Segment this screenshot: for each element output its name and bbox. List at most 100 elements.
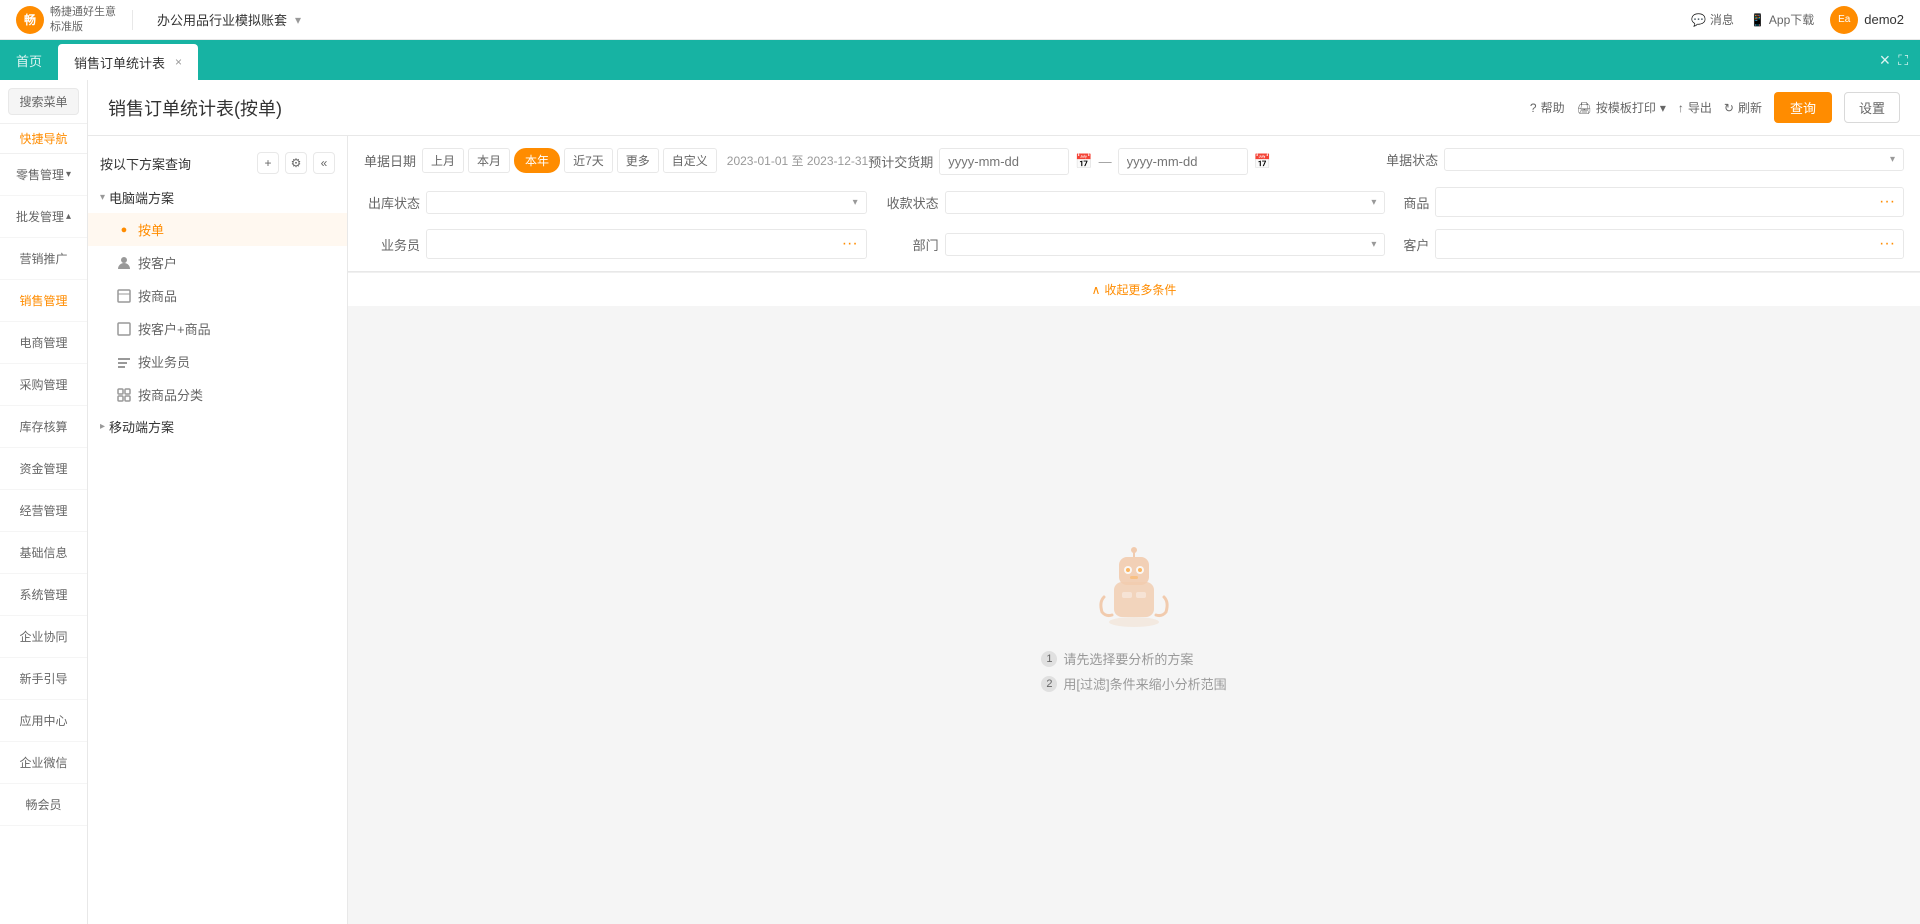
- scheme-by-salesperson[interactable]: 按业务员: [88, 345, 347, 378]
- filter-row-1: 单据日期 上月 本月 本年 近7天 更多 自定义 2023-01-01 至 20…: [364, 148, 1904, 175]
- delivery-status-label: 出库状态: [364, 193, 420, 212]
- sidebar-item-marketing[interactable]: 营销推广: [0, 238, 87, 280]
- sidebar-item-inventory[interactable]: 库存核算: [0, 406, 87, 448]
- page-title-row: 销售订单统计表(按单) ? 帮助 🖨 按模板打印 ▾ ↑ 导出: [108, 92, 1900, 123]
- date-btn-custom[interactable]: 自定义: [663, 148, 717, 173]
- empty-illustration: [1084, 537, 1184, 637]
- help-button[interactable]: ? 帮助: [1530, 99, 1565, 116]
- mobile-scheme-group-title[interactable]: ▸ 移动端方案: [88, 411, 347, 442]
- scheme-by-order-icon: ●: [116, 222, 132, 238]
- search-menu-button[interactable]: 搜索菜单: [8, 88, 79, 115]
- sidebar-item-wholesale[interactable]: 批发管理 ▴: [0, 196, 87, 238]
- bill-status-select[interactable]: ▾: [1444, 148, 1904, 171]
- sidebar-item-purchase[interactable]: 采购管理: [0, 364, 87, 406]
- left-panel: 按以下方案查询 + ⚙ « ▾: [88, 136, 348, 924]
- export-button[interactable]: ↑ 导出: [1678, 99, 1712, 116]
- message-button[interactable]: 💬 消息: [1691, 11, 1734, 28]
- user-name: demo2: [1864, 12, 1904, 27]
- date-btn-last-month[interactable]: 上月: [422, 148, 464, 173]
- customer-select[interactable]: ···: [1435, 229, 1904, 259]
- scheme-by-goods-category[interactable]: 按商品分类: [88, 378, 347, 411]
- settings-scheme-button[interactable]: ⚙: [285, 152, 307, 174]
- user-area[interactable]: Ea demo2: [1830, 6, 1904, 34]
- pc-scheme-group-title[interactable]: ▾ 电脑端方案: [88, 182, 347, 213]
- sidebar-item-members[interactable]: 畅会员: [0, 784, 87, 826]
- tab-close-icon[interactable]: ×: [175, 55, 182, 69]
- scheme-by-customer-goods-icon: [116, 321, 132, 337]
- delivery-status-select[interactable]: ▾: [426, 191, 867, 214]
- refresh-button[interactable]: ↻ 刷新: [1724, 99, 1762, 116]
- scheme-by-customer-icon: [116, 255, 132, 271]
- print-button[interactable]: 🖨 按模板打印 ▾: [1577, 99, 1666, 116]
- bill-date-filter: 单据日期 上月 本月 本年 近7天 更多 自定义 2023-01-01 至 20…: [364, 148, 868, 173]
- goods-select[interactable]: ···: [1435, 187, 1904, 217]
- date-btn-7days[interactable]: 近7天: [564, 148, 613, 173]
- add-scheme-button[interactable]: +: [257, 152, 279, 174]
- collapse-filter-button[interactable]: ∧ 收起更多条件: [348, 273, 1920, 306]
- department-filter: 部门 ▾: [883, 233, 1386, 256]
- right-panel: 单据日期 上月 本月 本年 近7天 更多 自定义 2023-01-01 至 20…: [348, 136, 1920, 924]
- expected-date-filter: 预计交货期 📅 — 📅: [868, 148, 1386, 175]
- tab-sales-order-stats[interactable]: 销售订单统计表 ×: [58, 44, 198, 80]
- refresh-icon: ↻: [1724, 101, 1734, 115]
- panel-actions: + ⚙ «: [257, 152, 335, 174]
- date-buttons: 上月 本月 本年 近7天 更多 自定义: [422, 148, 717, 173]
- sidebar-item-finance[interactable]: 资金管理: [0, 448, 87, 490]
- tip-num-1: 1: [1041, 651, 1057, 667]
- scheme-by-goods-icon: [116, 288, 132, 304]
- top-bar-left: 畅 畅捷通好生意 标准版 办公用品行业模拟账套 ▾: [16, 5, 301, 34]
- date-btn-more[interactable]: 更多: [617, 148, 659, 173]
- app-dropdown-icon[interactable]: ▾: [295, 13, 301, 27]
- sidebar-item-retail[interactable]: 零售管理 ▾: [0, 154, 87, 196]
- sidebar-item-operations[interactable]: 经营管理: [0, 490, 87, 532]
- payment-status-label: 收款状态: [883, 193, 939, 212]
- salesperson-dots[interactable]: ···: [842, 235, 858, 253]
- tab-close-window-icon[interactable]: ×: [1880, 50, 1891, 71]
- goods-dots[interactable]: ···: [1879, 193, 1895, 211]
- salesperson-select[interactable]: ···: [426, 229, 867, 259]
- app-download-button[interactable]: 📱 App下载: [1750, 11, 1814, 28]
- plus-icon: +: [264, 156, 271, 170]
- department-select[interactable]: ▾: [945, 233, 1386, 256]
- payment-status-arrow-icon: ▾: [1371, 197, 1376, 208]
- sidebar-item-guide[interactable]: 新手引导: [0, 658, 87, 700]
- expected-date-start[interactable]: [939, 148, 1069, 175]
- tab-fullscreen-icon[interactable]: ⛶: [1898, 52, 1908, 69]
- message-icon: 💬: [1691, 13, 1706, 27]
- divider: [132, 10, 133, 30]
- sidebar-item-system[interactable]: 系统管理: [0, 574, 87, 616]
- collapse-filter-icon: ∧: [1092, 283, 1101, 297]
- scheme-by-order[interactable]: ● 按单: [88, 213, 347, 246]
- app-download-icon: 📱: [1750, 13, 1765, 27]
- collapse-row: ∧ 收起更多条件: [348, 272, 1920, 306]
- date-btn-this-month[interactable]: 本月: [468, 148, 510, 173]
- empty-state: 1 请先选择要分析的方案 2 用[过滤]条件来缩小分析范围: [1041, 537, 1226, 693]
- delivery-status-arrow-icon: ▾: [853, 197, 858, 208]
- shortcut-nav-button[interactable]: 快捷导航: [0, 124, 87, 154]
- filter-row-2: 出库状态 ▾ 收款状态 ▾: [364, 187, 1904, 217]
- scheme-by-goods[interactable]: 按商品: [88, 279, 347, 312]
- expected-date-start-icon[interactable]: 📅: [1075, 153, 1092, 170]
- sidebar-item-wechat[interactable]: 企业微信: [0, 742, 87, 784]
- sidebar-item-ecommerce[interactable]: 电商管理: [0, 322, 87, 364]
- expected-date-end-icon[interactable]: 📅: [1254, 153, 1271, 170]
- sidebar-item-basic-info[interactable]: 基础信息: [0, 532, 87, 574]
- empty-tips: 1 请先选择要分析的方案 2 用[过滤]条件来缩小分析范围: [1041, 649, 1226, 693]
- sidebar-item-app-center[interactable]: 应用中心: [0, 700, 87, 742]
- collapse-panel-button[interactable]: «: [313, 152, 335, 174]
- date-btn-this-year[interactable]: 本年: [514, 148, 560, 173]
- customer-dots[interactable]: ···: [1879, 235, 1895, 253]
- customer-label: 客户: [1401, 235, 1429, 254]
- scheme-by-customer[interactable]: 按客户: [88, 246, 347, 279]
- expected-date-end[interactable]: [1118, 148, 1248, 175]
- scheme-by-customer-goods[interactable]: 按客户+商品: [88, 312, 347, 345]
- tab-home[interactable]: 首页: [0, 40, 58, 80]
- sidebar-item-enterprise[interactable]: 企业协同: [0, 616, 87, 658]
- settings-button[interactable]: 设置: [1844, 92, 1900, 123]
- payment-status-select[interactable]: ▾: [945, 191, 1386, 214]
- query-button[interactable]: 查询: [1774, 92, 1832, 123]
- sidebar-search-area: 搜索菜单: [0, 80, 87, 124]
- print-icon: 🖨: [1577, 101, 1592, 115]
- bill-date-label: 单据日期: [364, 151, 416, 170]
- sidebar-item-sales[interactable]: 销售管理: [0, 280, 87, 322]
